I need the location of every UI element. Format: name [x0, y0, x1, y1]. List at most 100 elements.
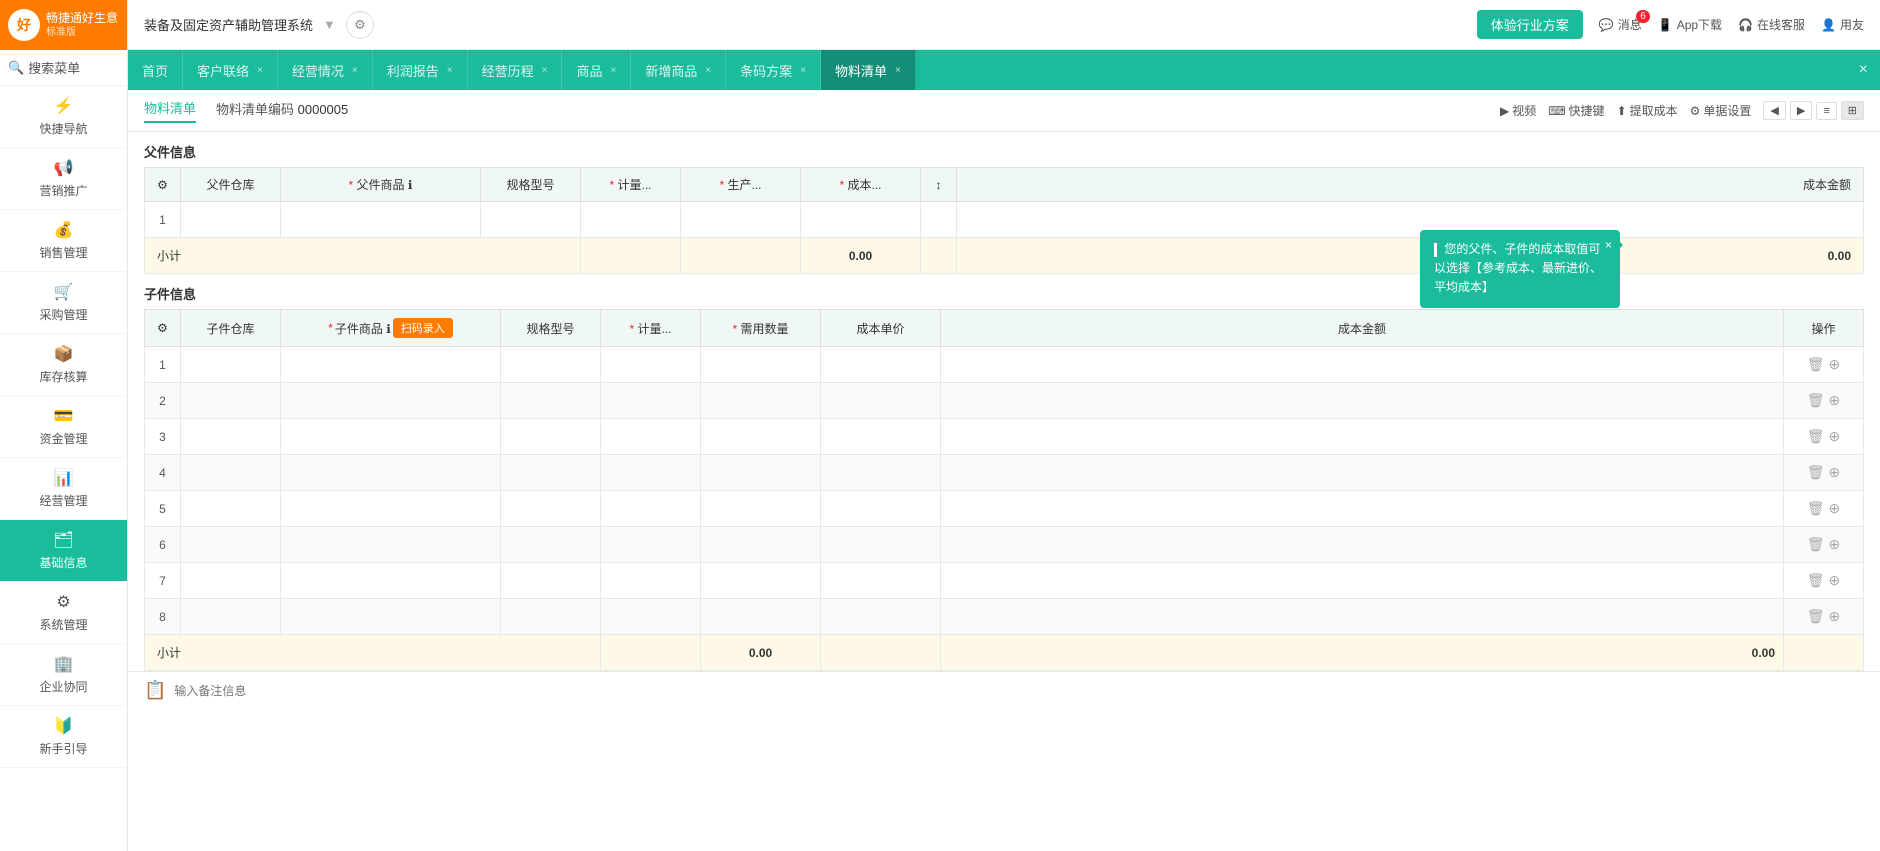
enterprise-icon: 🏢: [54, 654, 74, 674]
single-settings-icon: ⚙: [1690, 104, 1701, 118]
child-r1-goods[interactable]: [281, 347, 501, 383]
close-customer-tab[interactable]: ×: [257, 65, 263, 76]
sidebar-item-quick-nav[interactable]: ⚡ 快捷导航: [0, 86, 127, 148]
child-r1-qty[interactable]: [701, 347, 821, 383]
close-barcode-tab[interactable]: ×: [800, 65, 806, 76]
child-r1-unit[interactable]: [601, 347, 701, 383]
expand-button[interactable]: ⊞: [1841, 101, 1864, 120]
parent-row-spec[interactable]: [481, 202, 581, 238]
tab-barcode[interactable]: 条码方案×: [726, 50, 821, 90]
scan-button[interactable]: 扫码录入: [393, 318, 453, 338]
tab-op-history[interactable]: 经营历程×: [468, 50, 563, 90]
parent-row-warehouse[interactable]: [181, 202, 281, 238]
dropdown-arrow[interactable]: ▼: [323, 17, 336, 32]
trial-button[interactable]: 体验行业方案: [1477, 10, 1583, 39]
table-row: 2 🗑⊕: [145, 383, 1864, 419]
close-all-tabs[interactable]: ×: [1847, 61, 1880, 79]
prev-button[interactable]: ◀: [1763, 101, 1785, 120]
child-col-action: 操作: [1784, 310, 1864, 347]
sidebar-item-operation[interactable]: 📊 经营管理: [0, 458, 127, 520]
next-button[interactable]: ▶: [1790, 101, 1812, 120]
delete-button[interactable]: 🗑: [1807, 572, 1825, 589]
tab-customer[interactable]: 客户联络×: [183, 50, 278, 90]
child-r1-spec[interactable]: [501, 347, 601, 383]
tab-profit[interactable]: 利润报告×: [373, 50, 468, 90]
delete-button[interactable]: 🗑: [1807, 428, 1825, 445]
sidebar-item-label: 基础信息: [39, 554, 87, 571]
parent-col-sort: ↕: [921, 168, 957, 202]
shortcut-button[interactable]: ⌨ 快捷键: [1548, 102, 1604, 119]
child-r1-warehouse[interactable]: [181, 347, 281, 383]
sidebar-logo: 好 畅捷通好生意 标准版: [0, 0, 127, 50]
parent-row-production[interactable]: [681, 202, 801, 238]
close-goods-tab[interactable]: ×: [610, 65, 616, 76]
online-service-group[interactable]: 🎧 在线客服: [1738, 16, 1805, 33]
system-icon: ⚙: [56, 592, 70, 612]
sub-header: 物料清单 物料清单编码 0000005 ▶ 视频 ⌨ 快捷键 ⬆ 提取成本 ⚙ …: [128, 90, 1880, 132]
user-group[interactable]: 👤 用友: [1821, 16, 1864, 33]
delete-button[interactable]: 🗑: [1807, 464, 1825, 481]
sidebar-item-marketing[interactable]: 📢 营销推广: [0, 148, 127, 210]
parent-row-goods[interactable]: [281, 202, 481, 238]
copy-button[interactable]: ⊕: [1829, 464, 1841, 481]
tab-goods[interactable]: 商品×: [562, 50, 631, 90]
sub-tab-bom-list[interactable]: 物料清单: [144, 98, 196, 123]
sidebar-item-sales[interactable]: 💰 销售管理: [0, 210, 127, 272]
video-button[interactable]: ▶ 视频: [1500, 102, 1536, 119]
copy-button[interactable]: ⊕: [1829, 608, 1841, 625]
tab-bom[interactable]: 物料清单×: [821, 50, 916, 90]
delete-button[interactable]: 🗑: [1807, 392, 1825, 409]
copy-button[interactable]: ⊕: [1829, 392, 1841, 409]
copy-button[interactable]: ⊕: [1829, 572, 1841, 589]
sidebar-item-enterprise[interactable]: 🏢 企业协同: [0, 644, 127, 706]
sidebar-search[interactable]: 🔍 搜索菜单: [0, 50, 127, 86]
child-r1-unit-price[interactable]: [821, 347, 941, 383]
header-right: 体验行业方案 💬 消息 6 📱 App下载 🎧 在线客服 👤 用友: [1477, 10, 1864, 39]
child-col-gear[interactable]: ⚙: [145, 310, 181, 347]
sales-icon: 💰: [54, 220, 74, 240]
close-add-goods-tab[interactable]: ×: [705, 65, 711, 76]
single-settings-button[interactable]: ⚙ 单据设置: [1690, 102, 1752, 119]
settings-gear-button[interactable]: ⚙: [346, 11, 374, 39]
message-group[interactable]: 💬 消息 6: [1599, 16, 1642, 33]
sidebar-item-finance[interactable]: 💳 资金管理: [0, 396, 127, 458]
extract-cost-button[interactable]: ⬆ 提取成本: [1617, 102, 1678, 119]
sidebar-item-purchase[interactable]: 🛒 采购管理: [0, 272, 127, 334]
bottom-bar: 📋: [128, 671, 1880, 709]
tooltip-close-button[interactable]: ×: [1605, 236, 1612, 255]
close-profit-tab[interactable]: ×: [447, 65, 453, 76]
tab-add-goods[interactable]: 新增商品×: [631, 50, 726, 90]
parent-row-unit[interactable]: [581, 202, 681, 238]
delete-button[interactable]: 🗑: [1807, 356, 1825, 373]
remark-input[interactable]: [174, 684, 1864, 698]
sub-tab-bom-code[interactable]: 物料清单编码 0000005: [216, 99, 348, 122]
parent-subtotal-cost: 0.00: [801, 238, 921, 274]
parent-row-cost[interactable]: [801, 202, 921, 238]
sidebar-item-basic-info[interactable]: 🗂 基础信息: [0, 520, 127, 582]
close-bom-tab[interactable]: ×: [895, 65, 901, 76]
logo-icon: 好: [8, 9, 40, 41]
sidebar-item-inventory[interactable]: 📦 库存核算: [0, 334, 127, 396]
copy-button[interactable]: ⊕: [1829, 428, 1841, 445]
copy-button[interactable]: ⊕: [1829, 536, 1841, 553]
sidebar-item-guide[interactable]: 🔰 新手引导: [0, 706, 127, 768]
copy-button[interactable]: ⊕: [1829, 500, 1841, 517]
delete-button[interactable]: 🗑: [1807, 500, 1825, 517]
close-op-status-tab[interactable]: ×: [352, 65, 358, 76]
child-subtotal-qty: 0.00: [701, 635, 821, 671]
header-left: 装备及固定资产辅助管理系统 ▼ ⚙: [144, 11, 374, 39]
copy-button[interactable]: ⊕: [1829, 356, 1841, 373]
cost-tooltip: 您的父件、子件的成本取值可以选择【参考成本、最新进价、平均成本】 ×: [1420, 230, 1620, 308]
list-view-button[interactable]: ≡: [1816, 102, 1836, 120]
search-label: 搜索菜单: [28, 58, 80, 77]
parent-col-gear[interactable]: ⚙: [145, 168, 181, 202]
app-download-group[interactable]: 📱 App下载: [1658, 16, 1722, 33]
tab-operation-status[interactable]: 经营情况×: [278, 50, 373, 90]
delete-button[interactable]: 🗑: [1807, 608, 1825, 625]
logo-text: 畅捷通好生意 标准版: [46, 11, 118, 40]
close-op-history-tab[interactable]: ×: [542, 65, 548, 76]
sidebar-item-label: 新手引导: [39, 740, 87, 757]
tab-home[interactable]: 首页: [128, 50, 183, 90]
delete-button[interactable]: 🗑: [1807, 536, 1825, 553]
sidebar-item-system[interactable]: ⚙ 系统管理: [0, 582, 127, 644]
